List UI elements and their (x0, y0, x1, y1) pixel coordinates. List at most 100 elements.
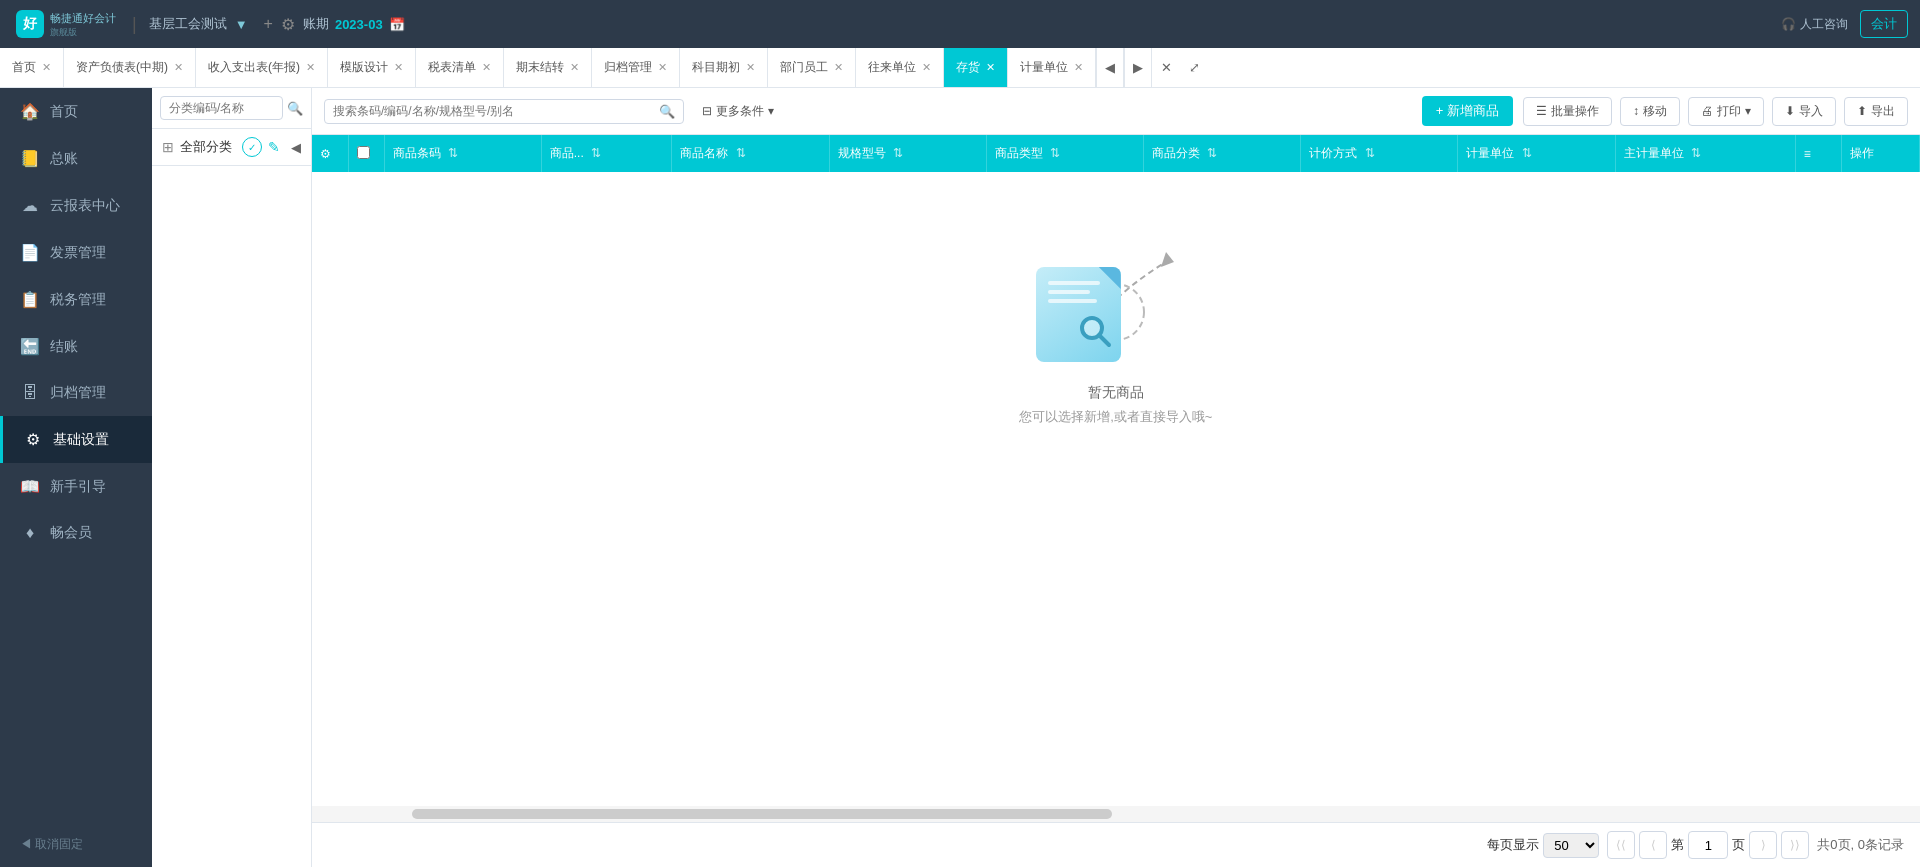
tab-inventory-close[interactable]: ✕ (986, 61, 995, 74)
new-product-btn[interactable]: + 新增商品 (1422, 96, 1513, 126)
tab-income-close[interactable]: ✕ (306, 61, 315, 74)
tab-dept-close[interactable]: ✕ (834, 61, 843, 74)
th-unit[interactable]: 计量单位 ⇅ (1458, 135, 1615, 172)
th-product-name[interactable]: 商品名称 ⇅ (672, 135, 829, 172)
tab-balance-close[interactable]: ✕ (174, 61, 183, 74)
sort-unit-icon[interactable]: ⇅ (1522, 146, 1532, 160)
logo-text: 畅捷通好会计 (50, 11, 116, 26)
right-panel: 🔍 ⊟ 更多条件 ▾ + 新增商品 ☰ 批量操作 ↕ (312, 88, 1920, 867)
th-barcode[interactable]: 商品条码 ⇅ (384, 135, 541, 172)
th-category[interactable]: 商品分类 ⇅ (1143, 135, 1300, 172)
sort-code-icon[interactable]: ⇅ (591, 146, 601, 160)
tab-unit-close[interactable]: ✕ (1074, 61, 1083, 74)
th-settings[interactable]: ⚙ (312, 135, 348, 172)
sidebar-item-ledger[interactable]: 📒 总账 (0, 135, 152, 182)
tab-expand-btn[interactable]: ⤢ (1180, 48, 1208, 88)
sort-main-unit-icon[interactable]: ⇅ (1691, 146, 1701, 160)
first-page-btn[interactable]: ⟨⟨ (1607, 831, 1635, 859)
th-spec[interactable]: 规格型号 ⇅ (829, 135, 986, 172)
tab-archive-close[interactable]: ✕ (658, 61, 667, 74)
svg-line-3 (1099, 335, 1109, 345)
next-page-btn[interactable]: ⟩ (1749, 831, 1777, 859)
tab-dept[interactable]: 部门员工 ✕ (768, 48, 856, 88)
cloud-icon: ☁ (20, 196, 40, 215)
page-number-input[interactable] (1688, 831, 1728, 859)
sidebar-item-tax[interactable]: 📋 税务管理 (0, 276, 152, 323)
content-inner: 🔍 ⊞ 全部分类 ✓ ✎ ◀ 🔍 (152, 88, 1920, 867)
tab-subject[interactable]: 科目期初 ✕ (680, 48, 768, 88)
print-chevron-icon: ▾ (1745, 104, 1751, 118)
page-size-select[interactable]: 20 50 100 (1543, 833, 1599, 858)
sidebar-item-member[interactable]: ♦ 畅会员 (0, 510, 152, 556)
category-search-icon[interactable]: 🔍 (287, 101, 303, 116)
sidebar-item-archive[interactable]: 🗄 归档管理 (0, 370, 152, 416)
tab-period-end-close[interactable]: ✕ (570, 61, 579, 74)
sidebar-item-close-account[interactable]: 🔚 结账 (0, 323, 152, 370)
horizontal-scrollbar[interactable] (312, 806, 1920, 822)
empty-state-row: 暂无商品 您可以选择新增,或者直接导入哦~ (312, 172, 1920, 486)
tab-archive[interactable]: 归档管理 ✕ (592, 48, 680, 88)
prev-page-btn[interactable]: ⟨ (1639, 831, 1667, 859)
category-search-input[interactable] (160, 96, 283, 120)
scrollbar-thumb[interactable] (412, 809, 1112, 819)
org-chevron-icon[interactable]: ▼ (235, 17, 248, 32)
th-main-unit[interactable]: 主计量单位 ⇅ (1615, 135, 1795, 172)
sidebar-item-basic-settings[interactable]: ⚙ 基础设置 (0, 416, 152, 463)
content-area: 🔍 ⊞ 全部分类 ✓ ✎ ◀ 🔍 (152, 88, 1920, 867)
filter-btn[interactable]: ⊟ 更多条件 ▾ (694, 99, 782, 124)
product-search-input[interactable] (333, 104, 655, 118)
top-bar-actions: 🎧 人工咨询 会计 (1781, 10, 1908, 38)
sidebar-item-invoice[interactable]: 📄 发票管理 (0, 229, 152, 276)
tab-template-close[interactable]: ✕ (394, 61, 403, 74)
tab-inventory[interactable]: 存货 ✕ (944, 48, 1008, 88)
tab-subject-close[interactable]: ✕ (746, 61, 755, 74)
export-btn[interactable]: ⬆ 导出 (1844, 97, 1908, 126)
settings-icon[interactable]: ⚙ (281, 15, 295, 34)
sidebar-item-cloud-report[interactable]: ☁ 云报表中心 (0, 182, 152, 229)
sort-cat-icon[interactable]: ⇅ (1207, 146, 1217, 160)
tab-unit[interactable]: 计量单位 ✕ (1008, 48, 1096, 88)
tab-close-all-btn[interactable]: ✕ (1152, 48, 1180, 88)
consult-btn[interactable]: 🎧 人工咨询 (1781, 16, 1848, 33)
select-all-checkbox[interactable] (357, 146, 370, 159)
sort-type-icon[interactable]: ⇅ (1050, 146, 1060, 160)
th-checkbox[interactable] (348, 135, 384, 172)
th-price-method[interactable]: 计价方式 ⇅ (1301, 135, 1458, 172)
th-type[interactable]: 商品类型 ⇅ (986, 135, 1143, 172)
sidebar-collapse-btn[interactable]: ◀ 取消固定 (0, 822, 152, 867)
tab-home[interactable]: 首页 ✕ (0, 48, 64, 88)
tab-income[interactable]: 收入支出表(年报) ✕ (196, 48, 328, 88)
last-page-btn[interactable]: ⟩⟩ (1781, 831, 1809, 859)
invoice-icon: 📄 (20, 243, 40, 262)
tab-balance-sheet[interactable]: 资产负债表(中期) ✕ (64, 48, 196, 88)
calendar-icon[interactable]: 📅 (389, 17, 405, 32)
logo-area: 好 畅捷通好会计 旗舰版 (12, 0, 120, 48)
product-table: ⚙ 商品条码 ⇅ 商品... ⇅ (312, 135, 1920, 486)
tab-contacts-close[interactable]: ✕ (922, 61, 931, 74)
tab-home-close[interactable]: ✕ (42, 61, 51, 74)
sort-name-icon[interactable]: ⇅ (736, 146, 746, 160)
sidebar-item-home[interactable]: 🏠 首页 (0, 88, 152, 135)
tab-tax-close[interactable]: ✕ (482, 61, 491, 74)
tab-tax[interactable]: 税表清单 ✕ (416, 48, 504, 88)
product-search-icon[interactable]: 🔍 (659, 104, 675, 119)
category-edit-icon[interactable]: ✎ (268, 139, 280, 155)
print-btn[interactable]: 🖨 打印 ▾ (1688, 97, 1764, 126)
import-btn[interactable]: ⬇ 导入 (1772, 97, 1836, 126)
add-tab-icon[interactable]: + (264, 15, 273, 33)
sidebar-item-guide[interactable]: 📖 新手引导 (0, 463, 152, 510)
move-btn[interactable]: ↕ 移动 (1620, 97, 1680, 126)
sort-barcode-icon[interactable]: ⇅ (448, 146, 458, 160)
account-button[interactable]: 会计 (1860, 10, 1908, 38)
tab-template[interactable]: 模版设计 ✕ (328, 48, 416, 88)
sort-price-icon[interactable]: ⇅ (1365, 146, 1375, 160)
batch-btn[interactable]: ☰ 批量操作 (1523, 97, 1612, 126)
sort-spec-icon[interactable]: ⇅ (893, 146, 903, 160)
tab-next-btn[interactable]: ▶ (1124, 48, 1152, 88)
batch-icon: ☰ (1536, 104, 1547, 118)
tab-prev-btn[interactable]: ◀ (1096, 48, 1124, 88)
tab-contacts[interactable]: 往来单位 ✕ (856, 48, 944, 88)
category-collapse-icon[interactable]: ◀ (291, 140, 301, 155)
tab-period-end[interactable]: 期末结转 ✕ (504, 48, 592, 88)
th-product-code[interactable]: 商品... ⇅ (541, 135, 672, 172)
